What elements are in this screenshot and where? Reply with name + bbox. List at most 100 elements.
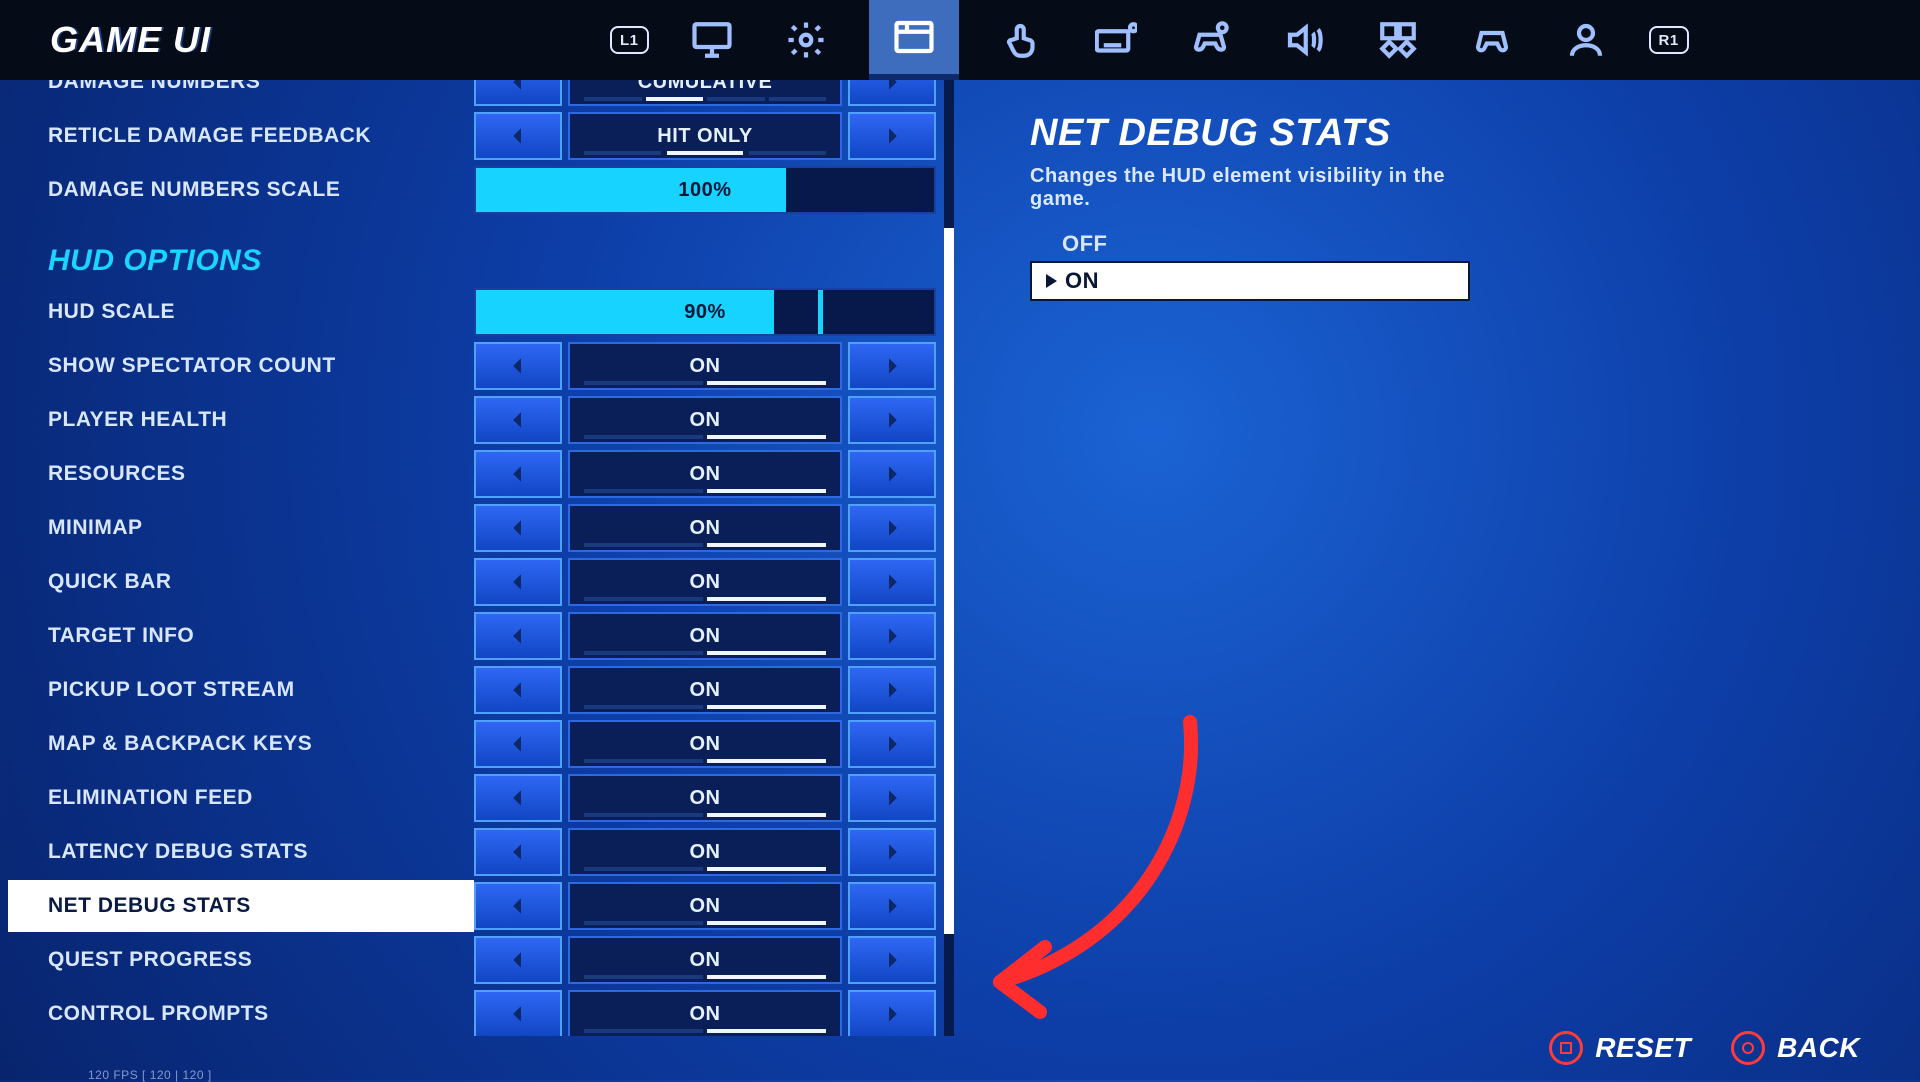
- left-arrow-pickup-loot-stream[interactable]: [474, 666, 562, 714]
- setting-control: ON: [474, 718, 936, 770]
- back-label: BACK: [1777, 1032, 1860, 1064]
- right-arrow-pickup-loot-stream[interactable]: [848, 666, 936, 714]
- tab-controller[interactable]: [1461, 9, 1523, 71]
- setting-row-show-spectator-count[interactable]: SHOW SPECTATOR COUNTON: [8, 340, 936, 392]
- tab-account[interactable]: [1555, 9, 1617, 71]
- right-arrow-net-debug-stats[interactable]: [848, 882, 936, 930]
- left-arrow-player-health[interactable]: [474, 396, 562, 444]
- setting-control: ON: [474, 610, 936, 662]
- setting-control: ON: [474, 772, 936, 824]
- chevron-right-icon: [882, 734, 902, 754]
- right-arrow-resources[interactable]: [848, 450, 936, 498]
- right-arrow-elimination-feed[interactable]: [848, 774, 936, 822]
- right-arrow-player-health[interactable]: [848, 396, 936, 444]
- right-arrow-quest-progress[interactable]: [848, 936, 936, 984]
- left-arrow-latency-debug-stats[interactable]: [474, 828, 562, 876]
- right-arrow-minimap[interactable]: [848, 504, 936, 552]
- setting-row-reticle-damage-feedback[interactable]: RETICLE DAMAGE FEEDBACKHIT ONLY: [8, 110, 936, 162]
- left-arrow-minimap[interactable]: [474, 504, 562, 552]
- controller-gear-icon: [1189, 19, 1231, 61]
- left-arrow-reticle-damage-feedback[interactable]: [474, 112, 562, 160]
- setting-row-quest-progress[interactable]: QUEST PROGRESSON: [8, 934, 936, 986]
- chevron-right-icon: [882, 896, 902, 916]
- tab-game-ui[interactable]: [869, 0, 959, 80]
- chevron-right-icon: [882, 464, 902, 484]
- value-box-quest-progress: ON: [568, 936, 842, 984]
- scrollbar-thumb[interactable]: [944, 228, 954, 934]
- value-box-player-health: ON: [568, 396, 842, 444]
- setting-row-resources[interactable]: RESOURCESON: [8, 448, 936, 500]
- setting-value: ON: [690, 787, 721, 810]
- right-arrow-map-backpack-keys[interactable]: [848, 720, 936, 768]
- tab-display[interactable]: [681, 9, 743, 71]
- value-box-minimap: ON: [568, 504, 842, 552]
- left-arrow-show-spectator-count[interactable]: [474, 342, 562, 390]
- setting-row-target-info[interactable]: TARGET INFOON: [8, 610, 936, 662]
- right-arrow-latency-debug-stats[interactable]: [848, 828, 936, 876]
- right-arrow-show-spectator-count[interactable]: [848, 342, 936, 390]
- chevron-left-icon: [508, 80, 528, 92]
- slider-value: 100%: [678, 179, 731, 202]
- left-arrow-map-backpack-keys[interactable]: [474, 720, 562, 768]
- setting-row-minimap[interactable]: MINIMAPON: [8, 502, 936, 554]
- left-arrow-damage-numbers[interactable]: [474, 80, 562, 106]
- back-button[interactable]: BACK: [1731, 1031, 1860, 1065]
- setting-row-pickup-loot-stream[interactable]: PICKUP LOOT STREAMON: [8, 664, 936, 716]
- right-arrow-quick-bar[interactable]: [848, 558, 936, 606]
- setting-control: ON: [474, 340, 936, 392]
- left-arrow-net-debug-stats[interactable]: [474, 882, 562, 930]
- setting-row-map-backpack-keys[interactable]: MAP & BACKPACK KEYSON: [8, 718, 936, 770]
- setting-row-elimination-feed[interactable]: ELIMINATION FEEDON: [8, 772, 936, 824]
- tab-graphics[interactable]: [775, 9, 837, 71]
- setting-row-latency-debug-stats[interactable]: LATENCY DEBUG STATSON: [8, 826, 936, 878]
- tab-controller-settings[interactable]: [1179, 9, 1241, 71]
- setting-label: MAP & BACKPACK KEYS: [8, 732, 474, 756]
- tab-touch[interactable]: [991, 9, 1053, 71]
- reset-button[interactable]: RESET: [1549, 1031, 1691, 1065]
- left-arrow-target-info[interactable]: [474, 612, 562, 660]
- chevron-left-icon: [508, 126, 528, 146]
- left-arrow-quick-bar[interactable]: [474, 558, 562, 606]
- setting-row-net-debug-stats[interactable]: NET DEBUG STATSON: [8, 880, 936, 932]
- chevron-right-icon: [882, 126, 902, 146]
- setting-row-hud-scale[interactable]: HUD SCALE90%: [8, 286, 936, 338]
- setting-label: RESOURCES: [8, 462, 474, 486]
- setting-value: ON: [690, 895, 721, 918]
- right-arrow-damage-numbers[interactable]: [848, 80, 936, 106]
- setting-row-damage-numbers-scale[interactable]: DAMAGE NUMBERS SCALE 100%: [8, 164, 936, 216]
- setting-row-quick-bar[interactable]: QUICK BARON: [8, 556, 936, 608]
- chevron-left-icon: [508, 410, 528, 430]
- l1-badge: L1: [610, 26, 649, 54]
- chevron-left-icon: [508, 842, 528, 862]
- value-box-elimination-feed: ON: [568, 774, 842, 822]
- slider-damage-numbers-scale[interactable]: 100%: [474, 166, 936, 214]
- keyboard-icon: [1095, 19, 1137, 61]
- chevron-right-icon: [882, 680, 902, 700]
- setting-row-player-health[interactable]: PLAYER HEALTH ON: [8, 394, 936, 446]
- chevron-left-icon: [508, 356, 528, 376]
- r1-badge: R1: [1649, 26, 1689, 54]
- option-on: ON: [1030, 261, 1470, 301]
- option-off: OFF: [1062, 231, 1470, 257]
- left-arrow-quest-progress[interactable]: [474, 936, 562, 984]
- chevron-right-icon: [882, 518, 902, 538]
- slider-value: 90%: [684, 301, 726, 324]
- setting-label: QUICK BAR: [8, 570, 474, 594]
- slider-hud-scale[interactable]: 90%: [474, 288, 936, 336]
- setting-value: ON: [690, 517, 721, 540]
- right-arrow-reticle-damage-feedback[interactable]: [848, 112, 936, 160]
- left-arrow-elimination-feed[interactable]: [474, 774, 562, 822]
- scrollbar[interactable]: [944, 80, 954, 1036]
- setting-label: PICKUP LOOT STREAM: [8, 678, 474, 702]
- right-arrow-target-info[interactable]: [848, 612, 936, 660]
- setting-label: DAMAGE NUMBERS SCALE: [8, 178, 474, 202]
- info-panel: NET DEBUG STATS Changes the HUD element …: [1030, 112, 1470, 301]
- chevron-left-icon: [508, 950, 528, 970]
- left-arrow-resources[interactable]: [474, 450, 562, 498]
- setting-label: PLAYER HEALTH: [8, 408, 474, 432]
- tab-keyboard[interactable]: [1085, 9, 1147, 71]
- tab-accessibility[interactable]: [1367, 9, 1429, 71]
- tab-audio[interactable]: [1273, 9, 1335, 71]
- tab-strip: L1 R1: [610, 0, 1689, 80]
- setting-row-damage-numbers[interactable]: DAMAGE NUMBERSCUMULATIVE: [8, 80, 936, 108]
